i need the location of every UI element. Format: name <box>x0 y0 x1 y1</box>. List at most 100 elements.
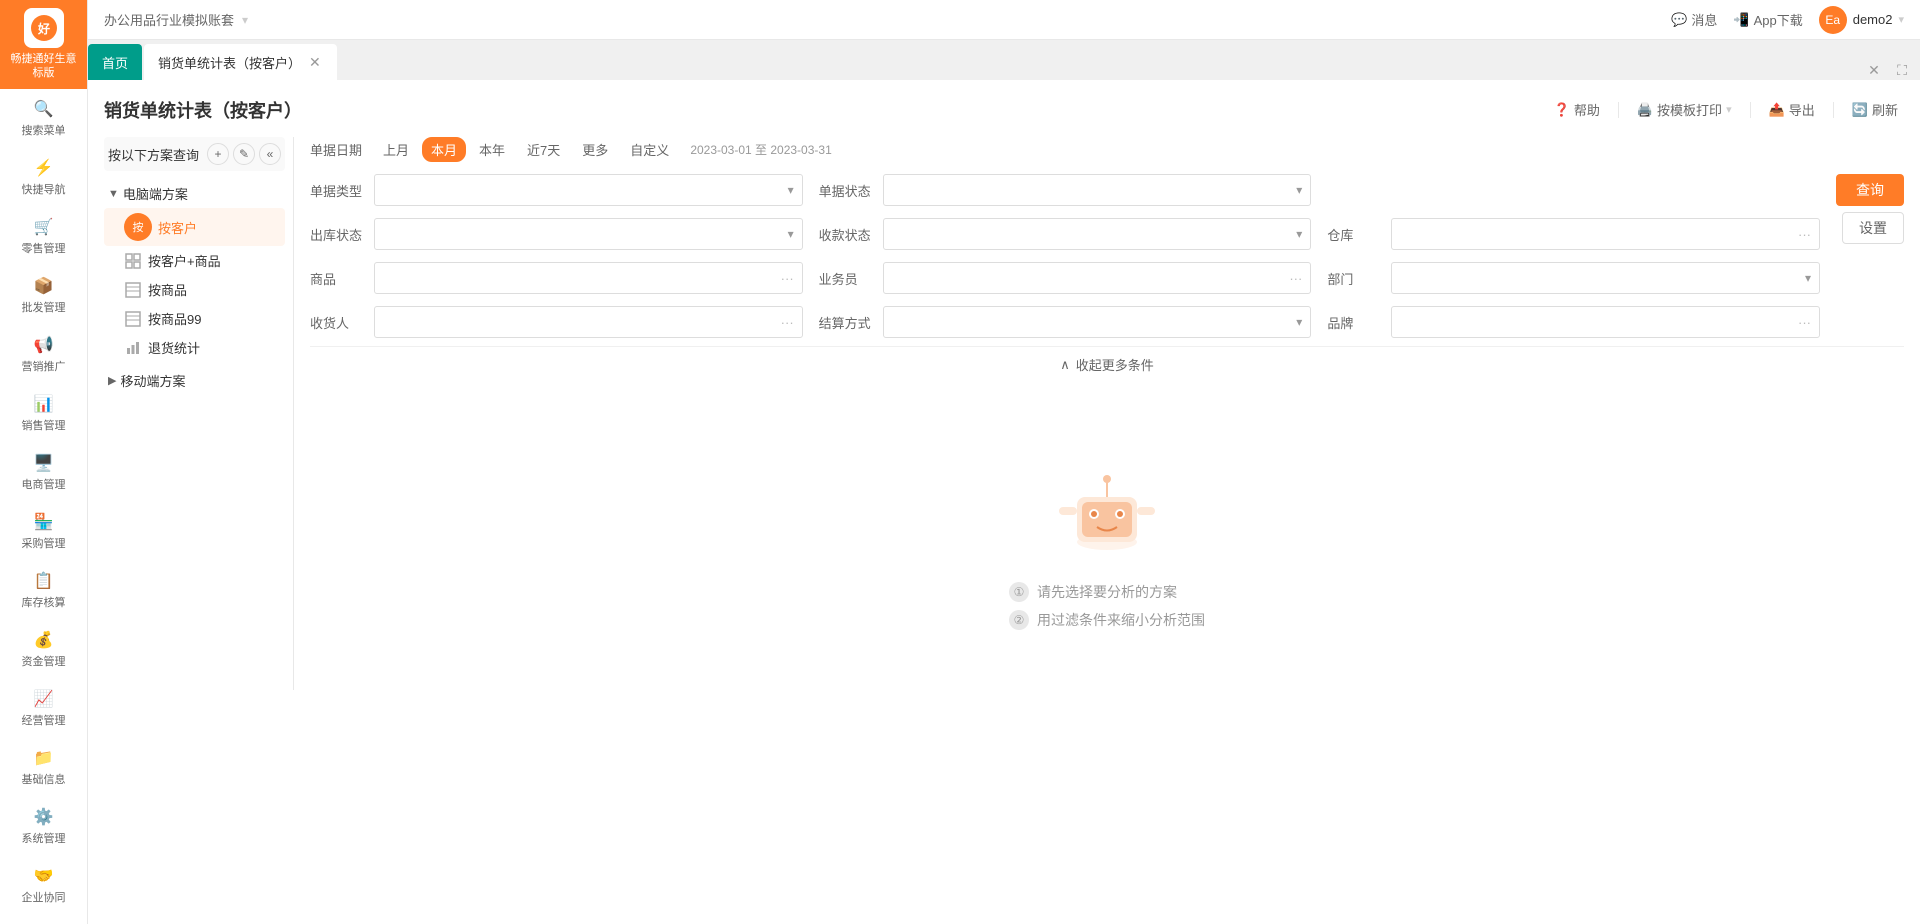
tree-group-desktop[interactable]: ▼ 电脑端方案 <box>104 179 285 208</box>
search-icon: 🔍 <box>34 99 54 119</box>
salesperson-input[interactable]: ··· <box>883 262 1312 294</box>
sidebar-item-label: 库存核算 <box>22 594 66 610</box>
sidebar-item-wholesale[interactable]: 📦 批发管理 <box>0 266 87 325</box>
date-filter-label: 单据日期 <box>310 140 366 159</box>
date-filter-row: 单据日期 上月 本月 本年 近7天 更多 自定义 2023-03-01 至 20… <box>310 137 1904 162</box>
sidebar-item-quicknav[interactable]: ⚡ 快捷导航 <box>0 148 87 207</box>
active-customer-icon: 按 <box>124 213 152 241</box>
sidebar-item-label: 基础信息 <box>22 771 66 787</box>
department-input[interactable]: ▾ <box>1391 262 1820 294</box>
settlement-dropdown-icon: ▾ <box>1296 315 1302 329</box>
doc-status-input[interactable]: ▾ <box>883 174 1312 206</box>
btn-group: 查询 设置 <box>1836 174 1904 338</box>
window-maximize-button[interactable]: ⛶ <box>1892 60 1912 80</box>
sidebar-item-newguide[interactable]: 🎯 新手引导 <box>0 915 87 924</box>
pay-status-input[interactable]: ▾ <box>883 218 1312 250</box>
filter-row-brand: 品牌 ··· <box>1327 306 1820 338</box>
salesperson-dots-icon: ··· <box>1289 271 1302 286</box>
out-status-label: 出库状态 <box>310 225 366 244</box>
tree-item-by-customer[interactable]: 按 按客户 <box>104 208 285 246</box>
refresh-icon: 🔄 <box>1852 102 1868 118</box>
setting-button[interactable]: 设置 <box>1842 212 1904 244</box>
collapse-panel-button[interactable]: « <box>259 143 281 165</box>
filter-row-salesperson: 业务员 ··· <box>819 262 1312 294</box>
tree-item-by-goods[interactable]: 按商品 <box>104 275 285 304</box>
date-range-text: 2023-03-01 至 2023-03-31 <box>690 141 831 158</box>
app-download-label: App下载 <box>1754 10 1803 29</box>
message-label: 消息 <box>1691 10 1717 29</box>
panel-header: 按以下方案查询 + ✎ « <box>104 137 285 171</box>
goods-input[interactable]: ··· <box>374 262 803 294</box>
recipient-input[interactable]: ··· <box>374 306 803 338</box>
help-icon: ❓ <box>1554 102 1570 118</box>
print-button[interactable]: 🖨️ 按模板打印 ▾ <box>1631 96 1738 123</box>
query-button[interactable]: 查询 <box>1836 174 1904 206</box>
filter-row-goods: 商品 ··· <box>310 262 803 294</box>
sidebar-item-marketing[interactable]: 📢 营销推广 <box>0 325 87 384</box>
empty-state: ① 请先选择要分析的方案 ② 用过滤条件来缩小分析范围 <box>310 382 1904 690</box>
logo-icon: 好 <box>24 8 64 48</box>
date-btn-this-year[interactable]: 本年 <box>470 137 514 162</box>
logo-area[interactable]: 好 畅捷通好生意 标版 <box>0 0 87 89</box>
sidebar-item-label: 系统管理 <box>22 830 66 846</box>
settlement-input[interactable]: ▾ <box>883 306 1312 338</box>
salesperson-label: 业务员 <box>819 269 875 288</box>
goods-label: 商品 <box>310 269 366 288</box>
sidebar-item-purchase[interactable]: 🏪 采购管理 <box>0 502 87 561</box>
edit-scheme-button[interactable]: ✎ <box>233 143 255 165</box>
doc-type-input[interactable]: ▾ <box>374 174 803 206</box>
doc-status-dropdown-icon: ▾ <box>1296 183 1302 197</box>
print-icon: 🖨️ <box>1637 102 1653 118</box>
tree-group-mobile[interactable]: ▶ 移动端方案 <box>104 366 285 395</box>
user-area[interactable]: Ea demo2 ▾ <box>1819 6 1904 34</box>
sidebar-item-basic[interactable]: 📁 基础信息 <box>0 738 87 797</box>
date-btn-7days[interactable]: 近7天 <box>518 137 569 162</box>
bar-chart-icon <box>124 339 142 357</box>
tab-home[interactable]: 首页 <box>88 44 142 80</box>
date-btn-more[interactable]: 更多 <box>573 137 617 162</box>
out-status-input[interactable]: ▾ <box>374 218 803 250</box>
panel-title: 按以下方案查询 <box>108 145 199 164</box>
refresh-button[interactable]: 🔄 刷新 <box>1846 96 1904 123</box>
export-button[interactable]: 📤 导出 <box>1763 96 1821 123</box>
sidebar-item-inventory[interactable]: 📋 库存核算 <box>0 561 87 620</box>
date-btn-this-month[interactable]: 本月 <box>422 137 466 162</box>
enterprise-icon: 🤝 <box>34 866 54 886</box>
message-button[interactable]: 💬 消息 <box>1671 10 1717 29</box>
sidebar-item-search[interactable]: 🔍 搜索菜单 <box>0 89 87 148</box>
sidebar-item-ecommerce[interactable]: 🖥️ 电商管理 <box>0 443 87 502</box>
tab-sales-stats[interactable]: 销货单统计表（按客户） ✕ <box>144 44 337 80</box>
sidebar-item-operations[interactable]: 📈 经营管理 <box>0 679 87 738</box>
basic-icon: 📁 <box>34 748 54 768</box>
brand-input[interactable]: ··· <box>1391 306 1820 338</box>
sidebar-item-finance[interactable]: 💰 资金管理 <box>0 620 87 679</box>
tab-close-button[interactable]: ✕ <box>307 54 323 71</box>
tree-group-mobile-label: 移动端方案 <box>120 371 185 390</box>
help-button[interactable]: ❓ 帮助 <box>1548 96 1606 123</box>
filter-row-department: 部门 ▾ <box>1327 262 1820 294</box>
tree-item-returns[interactable]: 退货统计 <box>104 333 285 362</box>
sidebar-item-sales[interactable]: 📊 销售管理 <box>0 384 87 443</box>
tree-item-by-goods99[interactable]: 按商品99 <box>104 304 285 333</box>
sidebar-item-enterprise[interactable]: 🤝 企业协同 <box>0 856 87 915</box>
warehouse-input[interactable]: ··· <box>1391 218 1820 250</box>
date-btn-custom[interactable]: 自定义 <box>621 137 678 162</box>
breadcrumb: 办公用品行业模拟账套 <box>104 10 234 29</box>
filter-section: 单据类型 ▾ 单据状态 ▾ <box>310 174 1904 338</box>
sidebar-item-retail[interactable]: 🛒 零售管理 <box>0 207 87 266</box>
tree-item-customer-goods[interactable]: 按客户+商品 <box>104 246 285 275</box>
table2-icon <box>124 310 142 328</box>
collapse-bar[interactable]: ∧ 收起更多条件 <box>310 346 1904 382</box>
department-dropdown-icon: ▾ <box>1805 271 1811 285</box>
tree-item-label: 按商品99 <box>148 309 201 328</box>
add-scheme-button[interactable]: + <box>207 143 229 165</box>
window-close-button[interactable]: ✕ <box>1864 60 1884 80</box>
app-download-button[interactable]: 📲 App下载 <box>1733 10 1802 29</box>
sidebar-item-system[interactable]: ⚙️ 系统管理 <box>0 797 87 856</box>
operations-icon: 📈 <box>34 689 54 709</box>
ecommerce-icon: 🖥️ <box>34 453 54 473</box>
date-btn-last-month[interactable]: 上月 <box>374 137 418 162</box>
header-right: 💬 消息 📲 App下载 Ea demo2 ▾ <box>1671 6 1904 34</box>
collapse-up-icon: ∧ <box>1060 357 1070 373</box>
tab-window-controls: ✕ ⛶ <box>1864 60 1920 80</box>
